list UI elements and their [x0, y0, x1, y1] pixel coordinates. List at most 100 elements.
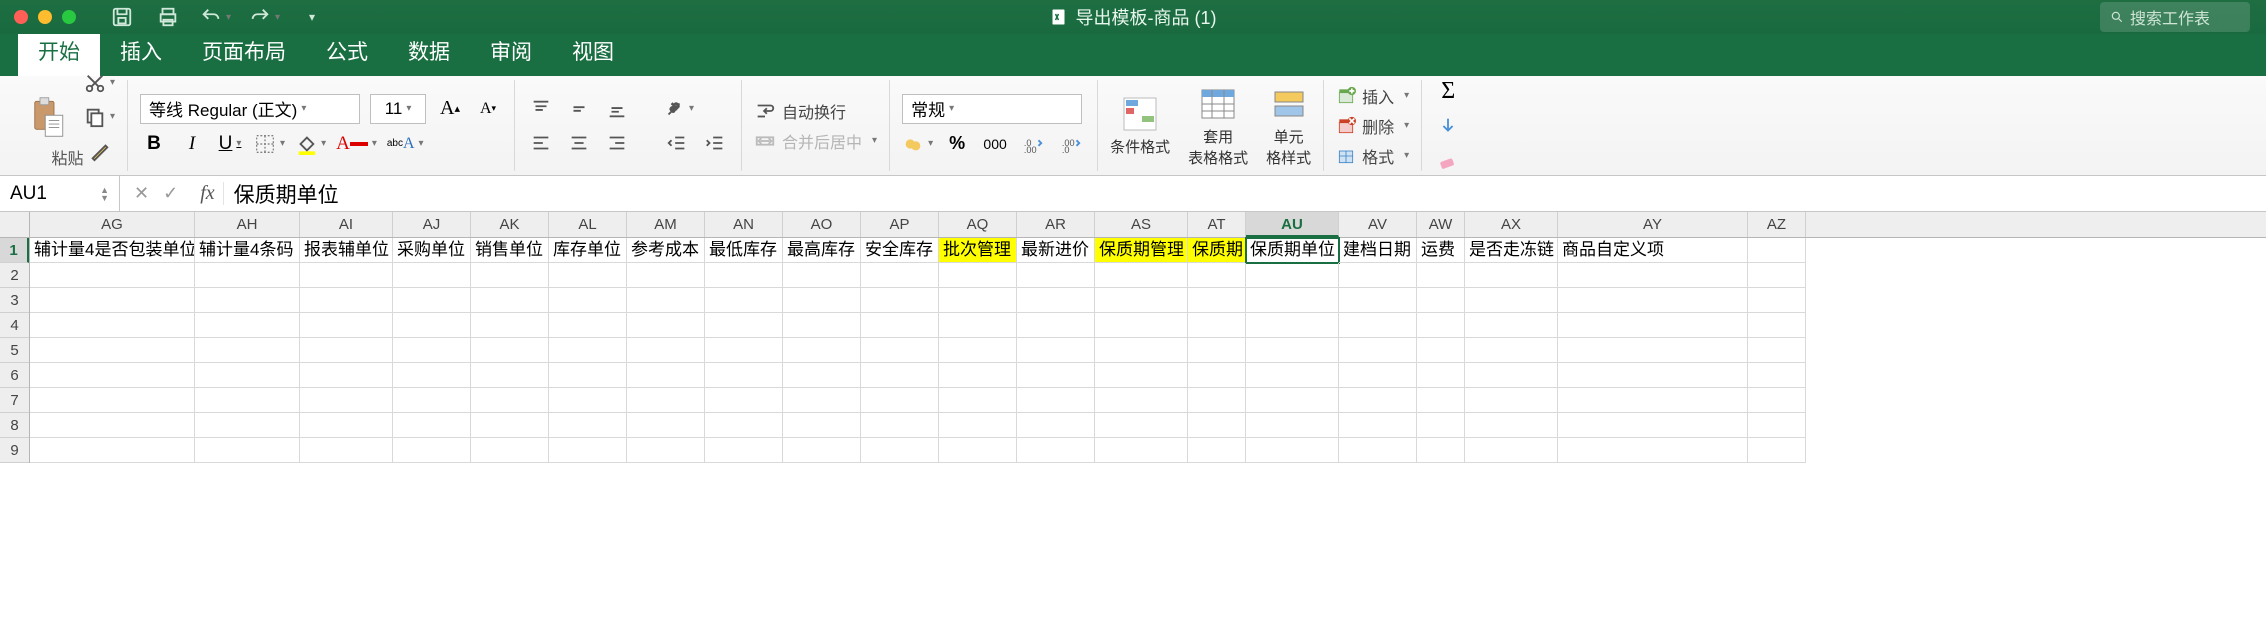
cell-AJ7[interactable]	[393, 388, 471, 413]
name-box[interactable]: AU1 ▲▼	[0, 176, 120, 211]
name-box-spinner[interactable]: ▲▼	[100, 186, 109, 202]
cell-AZ9[interactable]	[1748, 438, 1806, 463]
cell-AH4[interactable]	[195, 313, 300, 338]
cell-AX8[interactable]	[1465, 413, 1558, 438]
cell-AZ5[interactable]	[1748, 338, 1806, 363]
cell-AG8[interactable]	[30, 413, 195, 438]
cell-AI9[interactable]	[300, 438, 393, 463]
fill-button[interactable]	[1434, 112, 1462, 140]
cell-AS6[interactable]	[1095, 363, 1188, 388]
cell-AY7[interactable]	[1558, 388, 1748, 413]
cell-AZ3[interactable]	[1748, 288, 1806, 313]
cell-AN9[interactable]	[705, 438, 783, 463]
cell-AR3[interactable]	[1017, 288, 1095, 313]
cell-AL7[interactable]	[549, 388, 627, 413]
cell-AW6[interactable]	[1417, 363, 1465, 388]
cell-AH7[interactable]	[195, 388, 300, 413]
cell-AI7[interactable]	[300, 388, 393, 413]
cell-AL2[interactable]	[549, 263, 627, 288]
col-header-AO[interactable]: AO	[783, 212, 861, 237]
cell-AN2[interactable]	[705, 263, 783, 288]
format-as-table-button[interactable]: 套用 表格格式	[1188, 84, 1248, 168]
formula-input[interactable]: 保质期单位	[224, 179, 2266, 209]
cell-AY1[interactable]: 商品自定义项	[1558, 238, 1748, 263]
cell-AU8[interactable]	[1246, 413, 1339, 438]
customize-qat-button[interactable]: ▾	[298, 3, 326, 31]
cell-AT4[interactable]	[1188, 313, 1246, 338]
cell-AT3[interactable]	[1188, 288, 1246, 313]
delete-cells-button[interactable]: 删除	[1336, 114, 1409, 138]
cell-AQ9[interactable]	[939, 438, 1017, 463]
cell-AU7[interactable]	[1246, 388, 1339, 413]
cell-AL5[interactable]	[549, 338, 627, 363]
fx-label[interactable]: fx	[192, 182, 223, 205]
tab-review[interactable]: 审阅	[470, 28, 552, 76]
col-header-AZ[interactable]: AZ	[1748, 212, 1806, 237]
close-button[interactable]	[14, 10, 28, 24]
cell-AS4[interactable]	[1095, 313, 1188, 338]
cell-AT1[interactable]: 保质期	[1188, 238, 1246, 263]
cell-AL8[interactable]	[549, 413, 627, 438]
cell-AZ7[interactable]	[1748, 388, 1806, 413]
cell-AS9[interactable]	[1095, 438, 1188, 463]
cell-AX5[interactable]	[1465, 338, 1558, 363]
cell-AO6[interactable]	[783, 363, 861, 388]
cell-AJ1[interactable]: 采购单位	[393, 238, 471, 263]
number-format-select[interactable]: 常规	[902, 94, 1082, 124]
cell-AG4[interactable]	[30, 313, 195, 338]
cell-AX2[interactable]	[1465, 263, 1558, 288]
cell-AO4[interactable]	[783, 313, 861, 338]
cell-AQ7[interactable]	[939, 388, 1017, 413]
cell-AI8[interactable]	[300, 413, 393, 438]
col-header-AP[interactable]: AP	[861, 212, 939, 237]
cell-AV2[interactable]	[1339, 263, 1417, 288]
cancel-formula-button[interactable]: ✕	[134, 183, 149, 204]
cell-AX1[interactable]: 是否走冻链	[1465, 238, 1558, 263]
cell-AG9[interactable]	[30, 438, 195, 463]
paste-button[interactable]	[20, 96, 74, 138]
row-header-2[interactable]: 2	[0, 263, 29, 288]
row-header-9[interactable]: 9	[0, 438, 29, 463]
copy-button[interactable]	[84, 103, 115, 131]
cell-AH5[interactable]	[195, 338, 300, 363]
cell-AW8[interactable]	[1417, 413, 1465, 438]
cell-AR8[interactable]	[1017, 413, 1095, 438]
cell-AW5[interactable]	[1417, 338, 1465, 363]
decrease-indent-button[interactable]	[663, 129, 691, 157]
cell-AM4[interactable]	[627, 313, 705, 338]
fill-color-button[interactable]	[295, 130, 326, 158]
cell-AK2[interactable]	[471, 263, 549, 288]
cell-AU1[interactable]: 保质期单位	[1246, 238, 1339, 263]
cell-AT8[interactable]	[1188, 413, 1246, 438]
insert-cells-button[interactable]: 插入	[1336, 84, 1409, 108]
cut-button[interactable]	[84, 69, 115, 97]
cell-AP2[interactable]	[861, 263, 939, 288]
cell-AV1[interactable]: 建档日期	[1339, 238, 1417, 263]
cell-AJ2[interactable]	[393, 263, 471, 288]
decrease-font-button[interactable]: A▾	[474, 95, 502, 123]
align-right-button[interactable]	[603, 129, 631, 157]
col-header-AI[interactable]: AI	[300, 212, 393, 237]
cell-AS5[interactable]	[1095, 338, 1188, 363]
cell-AV6[interactable]	[1339, 363, 1417, 388]
cell-AJ8[interactable]	[393, 413, 471, 438]
cell-AG2[interactable]	[30, 263, 195, 288]
cell-AN8[interactable]	[705, 413, 783, 438]
cell-AN6[interactable]	[705, 363, 783, 388]
col-header-AS[interactable]: AS	[1095, 212, 1188, 237]
comma-button[interactable]: 000	[981, 130, 1009, 158]
cell-AT6[interactable]	[1188, 363, 1246, 388]
cell-AK9[interactable]	[471, 438, 549, 463]
row-header-5[interactable]: 5	[0, 338, 29, 363]
align-bottom-button[interactable]	[603, 95, 631, 123]
orientation-button[interactable]: ab	[663, 95, 694, 123]
cell-AT5[interactable]	[1188, 338, 1246, 363]
cell-AN1[interactable]: 最低库存	[705, 238, 783, 263]
cell-AH1[interactable]: 辅计量4条码	[195, 238, 300, 263]
cell-AX6[interactable]	[1465, 363, 1558, 388]
cell-AK6[interactable]	[471, 363, 549, 388]
cell-AO9[interactable]	[783, 438, 861, 463]
col-header-AU[interactable]: AU	[1246, 212, 1339, 237]
cell-AR1[interactable]: 最新进价	[1017, 238, 1095, 263]
tab-data[interactable]: 数据	[388, 28, 470, 76]
